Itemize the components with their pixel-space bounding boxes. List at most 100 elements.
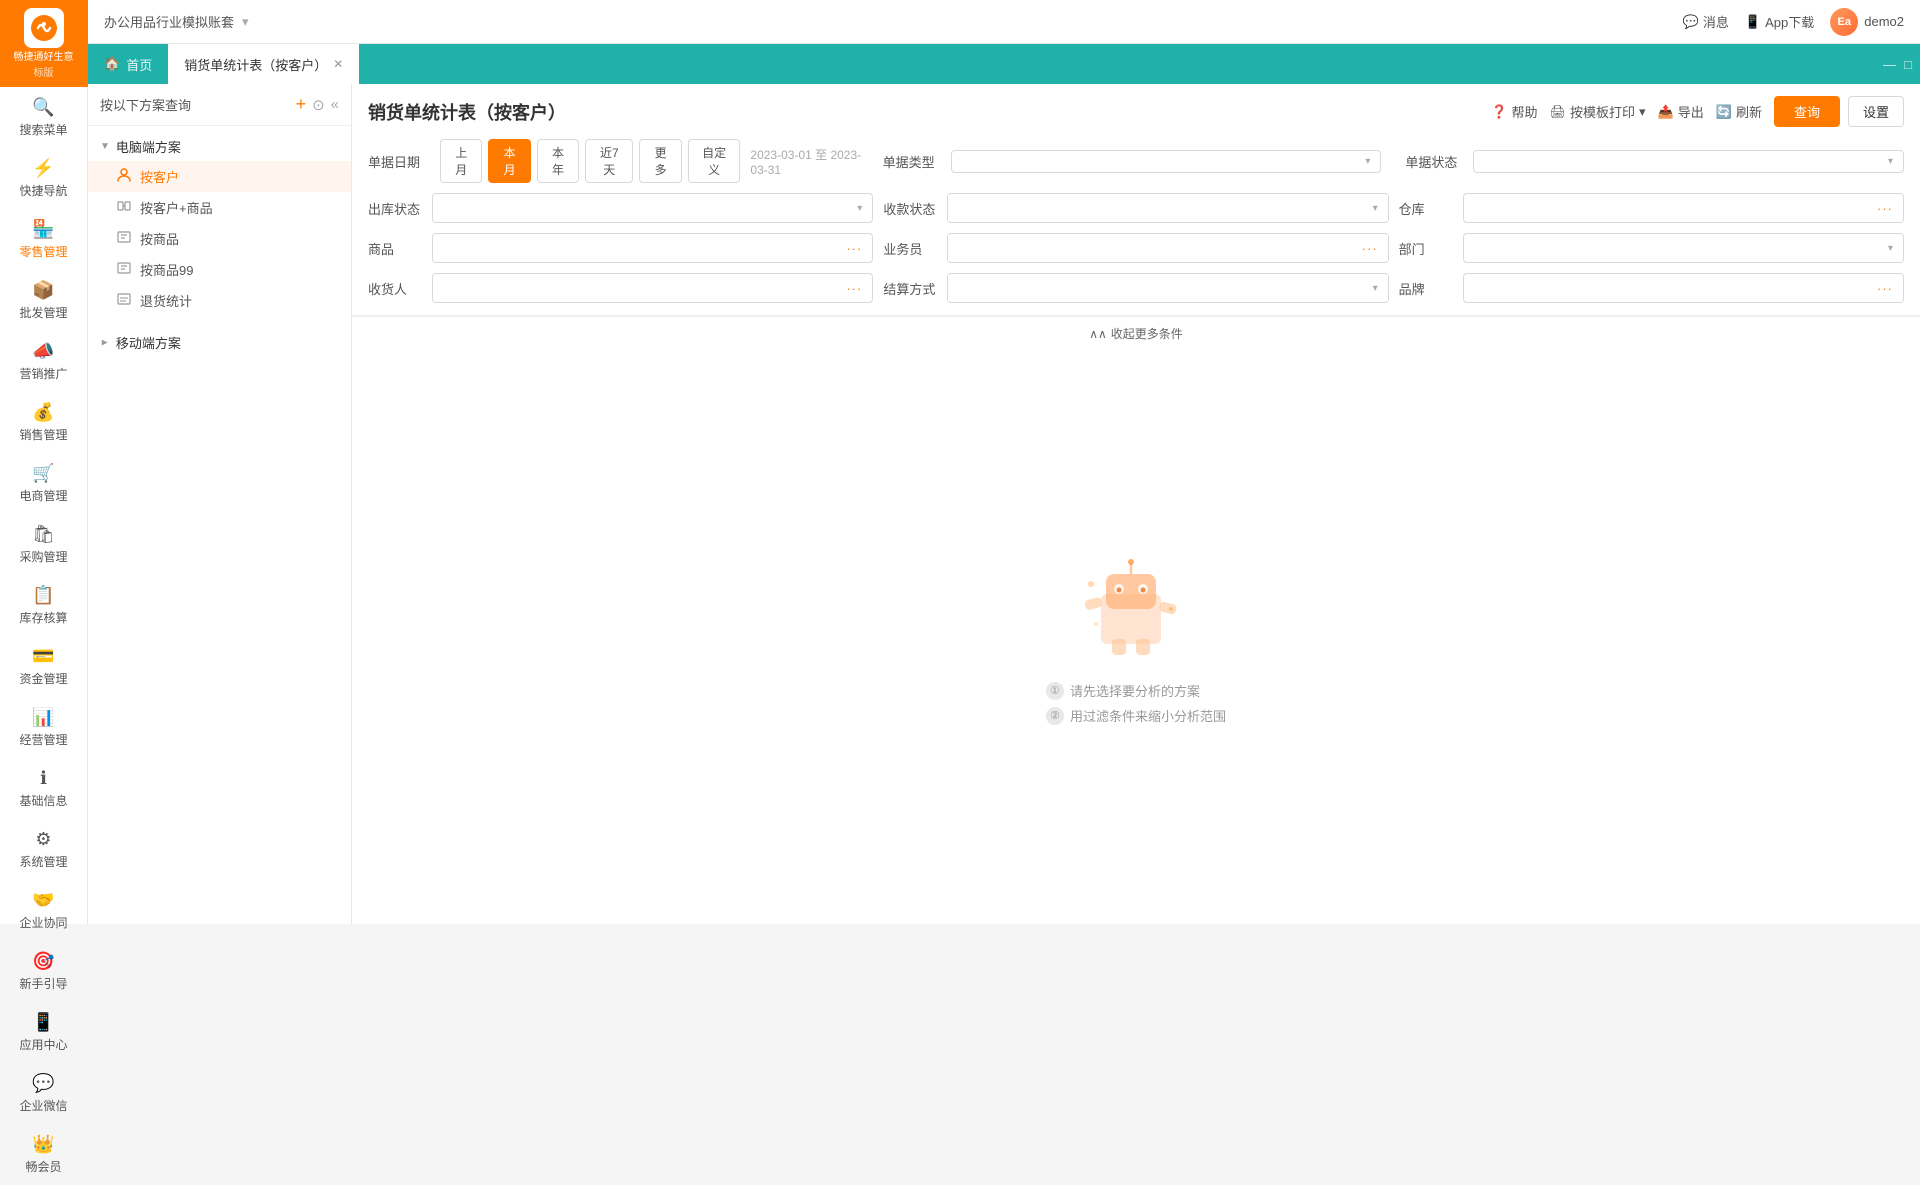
sidebar-item-ecommerce[interactable]: 🛒 电商管理 bbox=[0, 453, 87, 514]
tab-close-icon[interactable]: ✕ bbox=[333, 57, 343, 71]
tree-arrow-down-icon: ▼ bbox=[100, 141, 110, 152]
sidebar-item-basic-info[interactable]: ℹ 基础信息 bbox=[0, 758, 87, 819]
tab-home[interactable]: 🏠 首页 bbox=[88, 44, 168, 84]
sidebar: 畅捷通好生意 标版 🔍 搜索菜单 ⚡ 快捷导航 🏪 零售管理 📦 批发管理 📣 … bbox=[0, 0, 88, 924]
doc-type-chevron-icon: ▾ bbox=[1365, 156, 1370, 167]
industry-dropdown-icon[interactable]: ▾ bbox=[242, 14, 249, 30]
salesperson-select[interactable]: ··· bbox=[947, 233, 1388, 263]
tree-section-desktop: ▼ 电脑端方案 按客户 bbox=[88, 126, 351, 322]
template-print-btn[interactable]: 🖨 按模板打印 ▾ bbox=[1550, 102, 1646, 121]
sidebar-item-operations[interactable]: 📊 经营管理 bbox=[0, 697, 87, 758]
doc-type-control: ▾ bbox=[951, 150, 1382, 173]
date-btn-custom[interactable]: 自定义 bbox=[688, 139, 741, 183]
sidebar-item-enterprise-wechat[interactable]: 💬 企业微信 bbox=[0, 1063, 87, 1124]
date-btn-more[interactable]: 更多 bbox=[639, 139, 681, 183]
outbound-label: 出库状态 bbox=[368, 199, 424, 218]
tree-item-return-stats[interactable]: 退货统计 bbox=[88, 285, 351, 316]
date-btn-last-7days[interactable]: 近7天 bbox=[585, 139, 633, 183]
sidebar-item-member[interactable]: 👑 畅会员 bbox=[0, 1124, 87, 1185]
sidebar-item-sales[interactable]: 💰 销售管理 bbox=[0, 392, 87, 453]
sidebar-item-quick-nav[interactable]: ⚡ 快捷导航 bbox=[0, 148, 87, 209]
brand-cell: 品牌 ··· bbox=[1399, 273, 1904, 303]
purchase-icon: 🛍 bbox=[32, 524, 55, 545]
sidebar-item-label: 企业微信 bbox=[19, 1097, 67, 1114]
sidebar-item-label: 畅会员 bbox=[25, 1158, 61, 1175]
doc-type-label: 单据类型 bbox=[883, 152, 939, 171]
left-panel: 按以下方案查询 + ⊙ « ▼ 电脑端方案 bbox=[88, 84, 352, 924]
sidebar-item-app-center[interactable]: 📱 应用中心 bbox=[0, 1002, 87, 1063]
department-cell: 部门 ▾ bbox=[1399, 233, 1904, 263]
doc-type-select[interactable]: ▾ bbox=[951, 150, 1382, 173]
collapse-panel-btn[interactable]: « bbox=[331, 96, 339, 113]
consignee-cell: 收货人 ··· bbox=[368, 273, 873, 303]
sidebar-item-enterprise-coop[interactable]: 🤝 企业协同 bbox=[0, 880, 87, 941]
tree-section-mobile: ▼ 移动端方案 bbox=[88, 322, 351, 363]
sidebar-item-search-menu[interactable]: 🔍 搜索菜单 bbox=[0, 87, 87, 148]
sidebar-item-label: 零售管理 bbox=[19, 243, 67, 260]
user-info[interactable]: Ea demo2 bbox=[1830, 8, 1904, 36]
minimize-icon[interactable]: — bbox=[1883, 57, 1896, 72]
query-button[interactable]: 查询 bbox=[1774, 96, 1840, 127]
receipt-label: 收款状态 bbox=[883, 199, 939, 218]
outbound-status-cell: 出库状态 ▾ bbox=[368, 193, 873, 223]
date-btn-this-year[interactable]: 本年 bbox=[537, 139, 579, 183]
empty-hint-1: ① 请先选择要分析的方案 bbox=[1046, 681, 1226, 700]
collapse-conditions-btn[interactable]: ∧∧ 收起更多条件 bbox=[352, 316, 1920, 350]
message-btn[interactable]: 💬 消息 bbox=[1683, 12, 1729, 31]
sidebar-item-inventory[interactable]: 📋 库存核算 bbox=[0, 575, 87, 636]
settings-scheme-btn[interactable]: ⊙ bbox=[312, 96, 325, 114]
tree-group-mobile[interactable]: ▼ 移动端方案 bbox=[88, 328, 351, 357]
by-goods-icon bbox=[116, 229, 132, 248]
app-download-btn[interactable]: 📱 App下载 bbox=[1745, 12, 1814, 31]
settlement-select[interactable]: ▾ bbox=[947, 273, 1388, 303]
basic-info-icon: ℹ bbox=[40, 768, 47, 789]
outbound-select[interactable]: ▾ bbox=[432, 193, 873, 223]
tree-item-customer-goods[interactable]: 按客户+商品 bbox=[88, 192, 351, 223]
maximize-icon[interactable]: □ bbox=[1904, 57, 1912, 72]
logo-icon bbox=[24, 8, 64, 48]
username: demo2 bbox=[1864, 14, 1904, 29]
help-btn[interactable]: ❓ 帮助 bbox=[1491, 102, 1537, 121]
top-header-left: 办公用品行业模拟账套 ▾ bbox=[104, 12, 249, 31]
filter-row-1: 单据日期 上月 本月 本年 近7天 更多 自定义 2023-03-01 至 20… bbox=[368, 139, 1904, 183]
export-btn[interactable]: 📤 导出 bbox=[1658, 102, 1704, 121]
goods99-icon bbox=[116, 260, 132, 279]
tree-group-desktop[interactable]: ▼ 电脑端方案 bbox=[88, 132, 351, 161]
sidebar-item-marketing[interactable]: 📣 营销推广 bbox=[0, 331, 87, 392]
sidebar-item-finance[interactable]: 💳 资金管理 bbox=[0, 636, 87, 697]
settings-button[interactable]: 设置 bbox=[1848, 96, 1904, 127]
sidebar-item-purchase[interactable]: 🛍 采购管理 bbox=[0, 514, 87, 575]
department-select[interactable]: ▾ bbox=[1463, 233, 1904, 263]
goods-select[interactable]: ··· bbox=[432, 233, 873, 263]
date-btn-this-month[interactable]: 本月 bbox=[488, 139, 530, 183]
tree-item-by-customer[interactable]: 按客户 bbox=[88, 161, 351, 192]
member-icon: 👑 bbox=[32, 1134, 54, 1155]
sidebar-item-retail[interactable]: 🏪 零售管理 bbox=[0, 209, 87, 270]
refresh-btn[interactable]: 🔄 刷新 bbox=[1716, 102, 1762, 121]
warehouse-select[interactable]: ··· bbox=[1463, 193, 1904, 223]
consignee-select[interactable]: ··· bbox=[432, 273, 873, 303]
main-content: 办公用品行业模拟账套 ▾ 💬 消息 📱 App下载 Ea demo2 🏠 首页 … bbox=[88, 0, 1920, 924]
sidebar-item-new-guide[interactable]: 🎯 新手引导 bbox=[0, 941, 87, 1002]
sidebar-item-label: 基础信息 bbox=[19, 792, 67, 809]
search-menu-icon: 🔍 bbox=[32, 97, 54, 118]
tree-item-by-goods[interactable]: 按商品 bbox=[88, 223, 351, 254]
add-scheme-btn[interactable]: + bbox=[296, 94, 307, 115]
receipt-select[interactable]: ▾ bbox=[947, 193, 1388, 223]
hint-num-2: ② bbox=[1046, 707, 1064, 725]
tab-sales-stats[interactable]: 销货单统计表（按客户） ✕ bbox=[168, 44, 359, 84]
app-center-icon: 📱 bbox=[32, 1012, 54, 1033]
sidebar-item-wholesale[interactable]: 📦 批发管理 bbox=[0, 270, 87, 331]
tree-item-goods99[interactable]: 按商品99 bbox=[88, 254, 351, 285]
sidebar-item-system[interactable]: ⚙ 系统管理 bbox=[0, 819, 87, 880]
salesperson-cell: 业务员 ··· bbox=[883, 233, 1388, 263]
date-btn-last-month[interactable]: 上月 bbox=[440, 139, 482, 183]
doc-status-select[interactable]: ▾ bbox=[1473, 150, 1904, 173]
doc-status-control: ▾ bbox=[1473, 150, 1904, 173]
empty-hints: ① 请先选择要分析的方案 ② 用过滤条件来缩小分析范围 bbox=[1046, 681, 1226, 725]
page-title-bar: 销货单统计表（按客户） ❓ 帮助 🖨 按模板打印 ▾ 📤 导出 bbox=[352, 84, 1920, 127]
app-logo: 畅捷通好生意 标版 bbox=[0, 0, 88, 87]
salesperson-label: 业务员 bbox=[883, 239, 939, 258]
brand-select[interactable]: ··· bbox=[1463, 273, 1904, 303]
settlement-label: 结算方式 bbox=[883, 279, 939, 298]
